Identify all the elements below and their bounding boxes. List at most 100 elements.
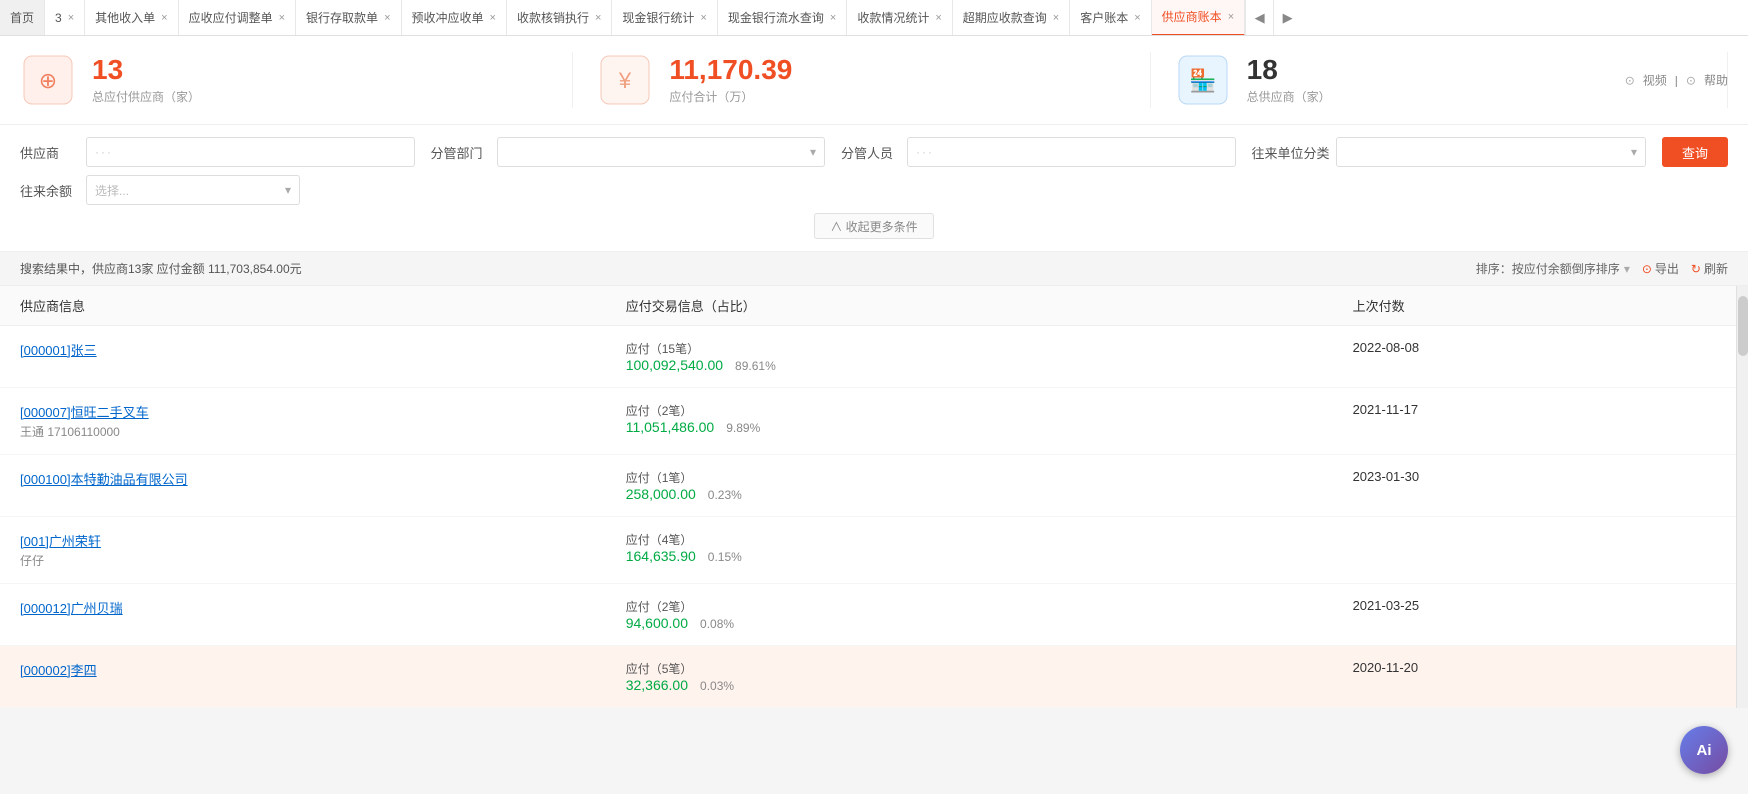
sort-selector[interactable]: 排序：按应付余额倒序排序 ▾: [1476, 260, 1630, 277]
scrollbar[interactable]: [1736, 286, 1748, 708]
table-container: 供应商信息 应付交易信息（占比） 上次付数 [000001]张三 应付（15笔）…: [0, 286, 1736, 708]
supplier-info-col: [000100]本特勤油品有限公司: [20, 469, 626, 488]
supplier-filter-input[interactable]: ···: [86, 137, 415, 167]
nav-tab-adjustment-close[interactable]: ×: [279, 12, 285, 24]
tx-label: 应付（5笔）: [626, 660, 1353, 677]
tx-row: 100,092,540.00 89.61%: [626, 357, 1353, 373]
nav-tab-other-income-close[interactable]: ×: [161, 12, 167, 24]
table-row: [001]广州荣轩 仔仔 应付（4笔） 164,635.90 0.15%: [0, 517, 1736, 584]
transaction-col: 应付（15笔） 100,092,540.00 89.61%: [626, 340, 1353, 373]
supplier-input-dots: ···: [95, 145, 113, 159]
filter-row-2: 往来余额 选择... ▾: [20, 175, 1728, 205]
ai-button[interactable]: Ai: [1680, 726, 1728, 774]
col-header-lastpay: 上次付数: [1353, 296, 1716, 315]
nav-tab-cash-stat[interactable]: 现金银行统计 ×: [612, 0, 717, 36]
supplier-sub-text: 仔仔: [20, 552, 626, 569]
nav-tab-prepay[interactable]: 预收冲应收单 ×: [402, 0, 507, 36]
supplier-link-hengwang[interactable]: [000007]恒旺二手叉车: [20, 402, 626, 421]
tx-percent: 0.08%: [700, 617, 734, 631]
query-button[interactable]: 查询: [1662, 137, 1728, 167]
category-filter-input[interactable]: ▾: [1336, 137, 1646, 167]
filter-row-1: 供应商 ··· 分管部门 ▾ 分管人员 ··· 往来单位分类 ▾ 查询: [20, 137, 1728, 167]
supplier-info-col: [000007]恒旺二手叉车 王通 17106110000: [20, 402, 626, 440]
tx-amount[interactable]: 11,051,486.00: [626, 419, 715, 435]
sort-label: 排序：按应付余额倒序排序: [1476, 260, 1620, 277]
video-link[interactable]: 视频: [1643, 72, 1667, 89]
nav-prev-button[interactable]: ◀: [1245, 0, 1273, 36]
svg-text:🏪: 🏪: [1189, 68, 1216, 93]
tx-row: 258,000.00 0.23%: [626, 486, 1353, 502]
last-pay-date: 2023-01-30: [1353, 469, 1420, 484]
tx-amount[interactable]: 258,000.00: [626, 486, 696, 502]
person-filter-input[interactable]: ···: [907, 137, 1236, 167]
nav-tab-customer-ledger-label: 客户账本: [1080, 9, 1128, 26]
department-arrow-icon: ▾: [810, 145, 816, 159]
total-amount-label: 应付合计（万）: [669, 88, 792, 105]
nav-tab-customer-ledger[interactable]: 客户账本 ×: [1070, 0, 1151, 36]
nav-tab-collection-close[interactable]: ×: [595, 12, 601, 24]
tx-label: 应付（2笔）: [626, 598, 1353, 615]
circle-icon: ⊙: [1625, 73, 1635, 87]
transaction-col: 应付（4笔） 164,635.90 0.15%: [626, 531, 1353, 564]
supplier-link-guangzhou-rongxuan[interactable]: [001]广州荣轩: [20, 531, 626, 550]
refresh-button[interactable]: ↻ 刷新: [1691, 260, 1728, 277]
nav-tab-prepay-label: 预收冲应收单: [412, 9, 484, 26]
supplier-link-zhang3[interactable]: [000001]张三: [20, 340, 626, 359]
nav-tab-home[interactable]: 首页: [0, 0, 45, 36]
balance-arrow-icon: ▾: [285, 183, 291, 197]
tx-amount[interactable]: 94,600.00: [626, 615, 688, 631]
export-button[interactable]: ⊙ 导出: [1642, 260, 1679, 277]
tx-amount[interactable]: 32,366.00: [626, 677, 688, 693]
help-link[interactable]: 帮助: [1704, 72, 1728, 89]
nav-tab-prepay-close[interactable]: ×: [490, 12, 496, 24]
amount-icon: ¥: [597, 52, 653, 108]
supplier-filter-item: 供应商 ···: [20, 137, 415, 167]
category-filter-label: 往来单位分类: [1252, 143, 1330, 162]
nav-tab-supplier-ledger-close[interactable]: ×: [1228, 11, 1234, 23]
nav-tab-cash-flow[interactable]: 现金银行流水查询 ×: [718, 0, 847, 36]
nav-tab-collection[interactable]: 收款核销执行 ×: [507, 0, 612, 36]
balance-filter-item: 往来余额 选择... ▾: [20, 175, 300, 205]
supplier-link-bente[interactable]: [000100]本特勤油品有限公司: [20, 469, 626, 488]
nav-tab-bank-close[interactable]: ×: [384, 12, 390, 24]
tx-amount[interactable]: 100,092,540.00: [626, 357, 723, 373]
nav-tab-3-close[interactable]: ×: [68, 12, 74, 24]
nav-tab-collection-stat-close[interactable]: ×: [935, 12, 941, 24]
sort-arrow-icon: ▾: [1624, 262, 1630, 276]
nav-next-button[interactable]: ▶: [1273, 0, 1301, 36]
tx-row: 164,635.90 0.15%: [626, 548, 1353, 564]
lastpay-col: 2020-11-20: [1353, 660, 1716, 675]
nav-tab-overdue-close[interactable]: ×: [1053, 12, 1059, 24]
nav-tab-3[interactable]: 3 ×: [45, 0, 85, 36]
table-row: [000001]张三 应付（15笔） 100,092,540.00 89.61%…: [0, 326, 1736, 388]
scrollbar-thumb: [1738, 296, 1748, 356]
supplier-info-col: [000002]李四: [20, 660, 626, 679]
nav-tab-overdue[interactable]: 超期应收款查询 ×: [953, 0, 1070, 36]
supplier-link-li4[interactable]: [000002]李四: [20, 660, 626, 679]
table-row: [000007]恒旺二手叉车 王通 17106110000 应付（2笔） 11,…: [0, 388, 1736, 455]
summary-card-payable-content: 13 总应付供应商（家）: [92, 56, 200, 105]
nav-tab-customer-ledger-close[interactable]: ×: [1134, 12, 1140, 24]
nav-tab-cash-stat-label: 现金银行统计: [622, 9, 694, 26]
tx-amount[interactable]: 164,635.90: [626, 548, 696, 564]
nav-tab-cash-flow-close[interactable]: ×: [830, 12, 836, 24]
lastpay-col: 2022-08-08: [1353, 340, 1716, 355]
nav-tab-3-label: 3: [55, 11, 62, 25]
balance-filter-input[interactable]: 选择... ▾: [86, 175, 300, 205]
nav-tab-adjustment[interactable]: 应收应付调整单 ×: [179, 0, 296, 36]
supplier-link-guangzhou-beiru[interactable]: [000012]广州贝瑞: [20, 598, 626, 617]
collapse-button[interactable]: ∧ 收起更多条件: [814, 213, 934, 239]
nav-tab-overdue-label: 超期应收款查询: [963, 9, 1047, 26]
nav-tab-supplier-ledger[interactable]: 供应商账本 ×: [1152, 0, 1245, 36]
department-filter-label: 分管部门: [431, 143, 491, 162]
department-filter-input[interactable]: ▾: [497, 137, 826, 167]
nav-tab-cash-stat-close[interactable]: ×: [700, 12, 706, 24]
summary-bar: ⊕ 13 总应付供应商（家） ¥ 11,170.39 应付合计（万） 🏪: [0, 36, 1748, 125]
summary-card-total-amount: ¥ 11,170.39 应付合计（万）: [573, 52, 1150, 108]
nav-tab-bank-label: 银行存取款单: [306, 9, 378, 26]
tx-label: 应付（15笔）: [626, 340, 1353, 357]
nav-tab-collection-stat[interactable]: 收款情况统计 ×: [847, 0, 952, 36]
nav-tab-bank[interactable]: 银行存取款单 ×: [296, 0, 401, 36]
person-filter-item: 分管人员 ···: [841, 137, 1236, 167]
nav-tab-other-income[interactable]: 其他收入单 ×: [85, 0, 178, 36]
